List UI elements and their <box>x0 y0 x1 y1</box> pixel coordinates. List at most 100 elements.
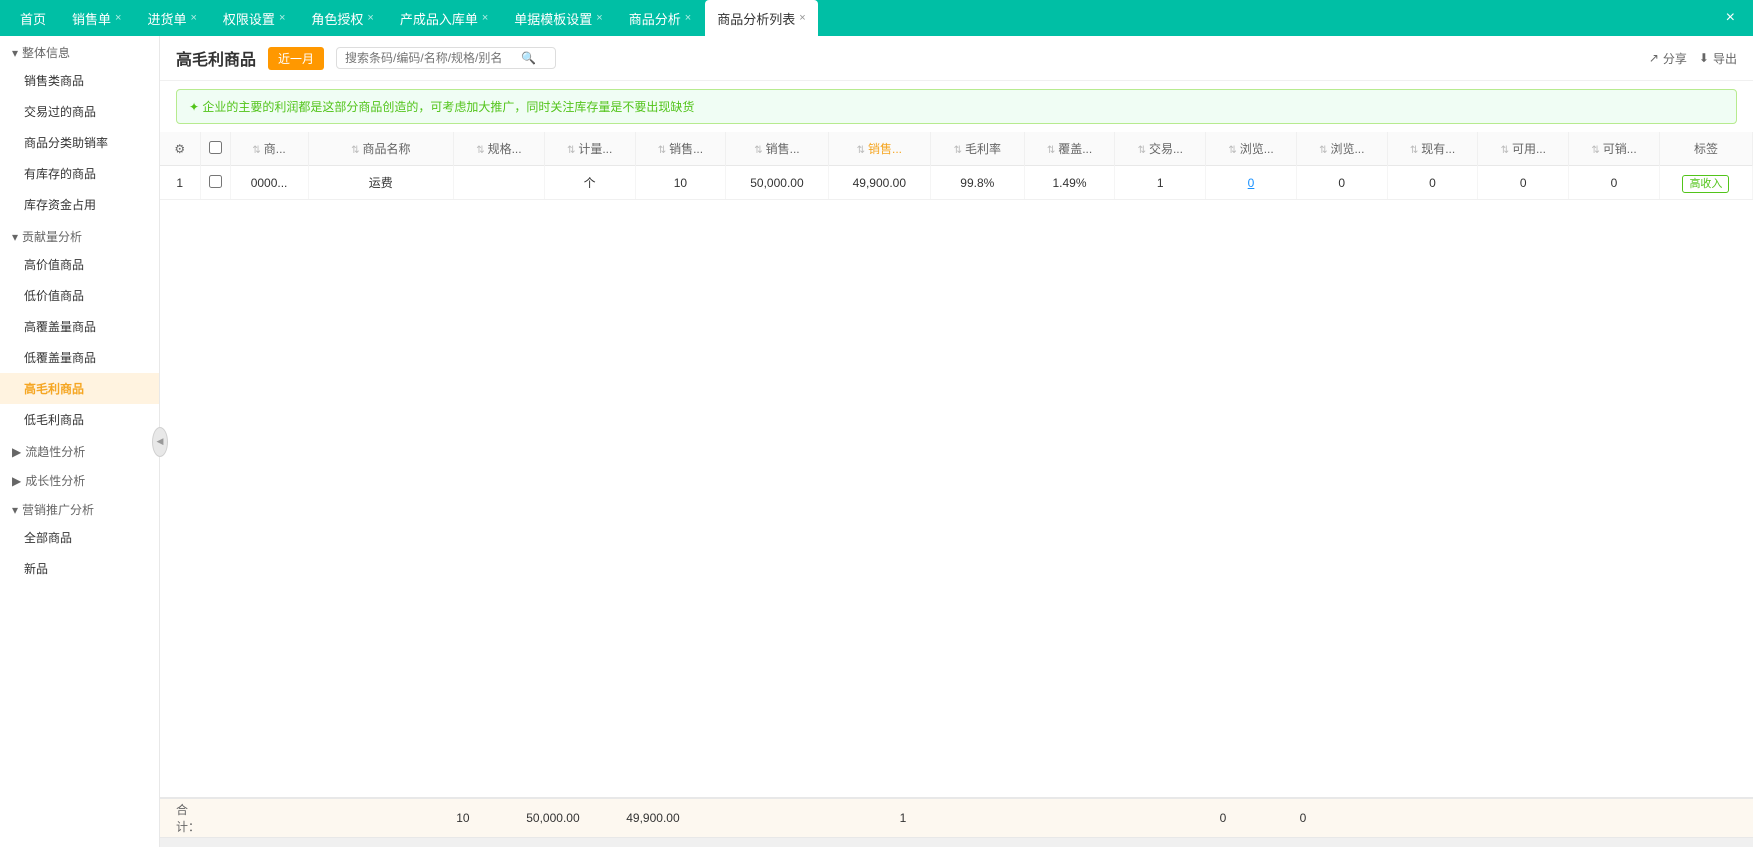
sidebar-item-new-goods[interactable]: 新品 <box>0 553 159 584</box>
cell-unit: 个 <box>544 166 635 200</box>
info-banner-text: ✦ 企业的主要的利润都是这部分商品创造的，可考虑加大推广，同时关注库存量是不要出… <box>189 98 694 115</box>
share-button[interactable]: ↗ 分享 <box>1649 50 1687 67</box>
sidebar-item-all-goods[interactable]: 全部商品 <box>0 522 159 553</box>
col-name[interactable]: ⇅商品名称 <box>308 132 453 166</box>
sidebar-item-traded-goods[interactable]: 交易过的商品 <box>0 96 159 127</box>
cell-checkbox[interactable] <box>200 166 230 200</box>
nav-tab-purchase[interactable]: 进货单 × <box>135 0 208 36</box>
nav-tab-goods-analysis[interactable]: 商品分析 × <box>617 0 703 36</box>
chevron-down-icon-3: ▾ <box>12 503 18 517</box>
cell-transaction: 1 <box>1115 166 1206 200</box>
nav-tab-goods-analysis-list[interactable]: 商品分析列表 × <box>705 0 817 36</box>
sidebar-item-high-coverage[interactable]: 高覆盖量商品 <box>0 311 159 342</box>
cell-name: 运费 <box>308 166 453 200</box>
close-permission-tab[interactable]: × <box>279 12 285 24</box>
total-values: 10 50,000.00 49,900.00 1 0 0 <box>223 811 1737 825</box>
search-input[interactable] <box>345 51 515 65</box>
cell-saleable-stock: 0 <box>1569 166 1660 200</box>
sidebar-item-high-margin[interactable]: 高毛利商品 <box>0 373 159 404</box>
share-icon: ↗ <box>1649 51 1659 65</box>
col-available-stock[interactable]: ⇅可用... <box>1478 132 1569 166</box>
close-template-tab[interactable]: × <box>596 12 602 24</box>
sidebar-item-sales-goods[interactable]: 销售类商品 <box>0 65 159 96</box>
col-code[interactable]: ⇅商... <box>230 132 308 166</box>
search-box[interactable]: 🔍 <box>336 47 556 69</box>
nav-tab-sales[interactable]: 销售单 × <box>60 0 133 36</box>
close-product-inbound-tab[interactable]: × <box>482 12 488 24</box>
sidebar-group-marketing[interactable]: ▾ 营销推广分析 <box>0 493 159 522</box>
col-sales-qty[interactable]: ⇅销售... <box>635 132 726 166</box>
col-spec[interactable]: ⇅规格... <box>454 132 545 166</box>
header-actions: ↗ 分享 ⬇ 导出 <box>1649 50 1737 67</box>
total-transaction: 1 <box>863 811 943 825</box>
filter-period-button[interactable]: 近一月 <box>268 47 324 70</box>
col-checkbox <box>200 132 230 166</box>
sidebar-item-low-value[interactable]: 低价值商品 <box>0 280 159 311</box>
cell-current-stock: 0 <box>1387 166 1478 200</box>
cell-gross-margin: 99.8% <box>930 166 1024 200</box>
search-icon[interactable]: 🔍 <box>521 51 536 65</box>
bottom-scrollbar[interactable] <box>160 837 1753 847</box>
close-role-tab[interactable]: × <box>367 12 373 24</box>
chevron-down-icon-2: ▾ <box>12 230 18 244</box>
col-transaction[interactable]: ⇅交易... <box>1115 132 1206 166</box>
col-tag[interactable]: 标签 <box>1659 132 1752 166</box>
nav-tab-home[interactable]: 首页 <box>8 0 58 36</box>
window-close-button[interactable]: × <box>1716 9 1745 27</box>
sidebar-item-high-value[interactable]: 高价值商品 <box>0 249 159 280</box>
select-all-checkbox[interactable] <box>209 141 222 154</box>
cell-sales-amount: 50,000.00 <box>726 166 828 200</box>
nav-tab-role[interactable]: 角色授权 × <box>299 0 385 36</box>
table-container: ⚙ ⇅商... ⇅商品名称 ⇅规格... ⇅计量... ⇅销售... ⇅销售..… <box>160 132 1753 797</box>
export-button[interactable]: ⬇ 导出 <box>1699 50 1737 67</box>
main-layout: ▾ 整体信息 销售类商品 交易过的商品 商品分类助销率 有库存的商品 库存资金占… <box>0 36 1753 847</box>
close-goods-analysis-tab[interactable]: × <box>685 12 691 24</box>
sidebar-group-overall[interactable]: ▾ 整体信息 <box>0 36 159 65</box>
sidebar-wrapper: ▾ 整体信息 销售类商品 交易过的商品 商品分类助销率 有库存的商品 库存资金占… <box>0 36 160 847</box>
close-purchase-tab[interactable]: × <box>190 12 196 24</box>
cell-spec <box>454 166 545 200</box>
nav-tab-template[interactable]: 单据模板设置 × <box>502 0 614 36</box>
sidebar-item-low-coverage[interactable]: 低覆盖量商品 <box>0 342 159 373</box>
sidebar-group-contribution[interactable]: ▾ 贡献量分析 <box>0 220 159 249</box>
row-checkbox[interactable] <box>209 175 222 188</box>
export-icon: ⬇ <box>1699 51 1709 65</box>
col-gross-margin[interactable]: ⇅毛利率 <box>930 132 1024 166</box>
sidebar-item-stock-capital[interactable]: 库存资金占用 <box>0 189 159 220</box>
total-sales-amount: 50,000.00 <box>503 811 603 825</box>
col-browse1[interactable]: ⇅浏览... <box>1206 132 1297 166</box>
nav-tab-permission[interactable]: 权限设置 × <box>211 0 297 36</box>
content-header: 高毛利商品 近一月 🔍 ↗ 分享 ⬇ 导出 <box>160 36 1753 81</box>
table-header-row: ⚙ ⇅商... ⇅商品名称 ⇅规格... ⇅计量... ⇅销售... ⇅销售..… <box>160 132 1753 166</box>
col-current-stock[interactable]: ⇅现有... <box>1387 132 1478 166</box>
table-row: 1 0000... 运费 个 10 50,000.00 49,900.00 99… <box>160 166 1753 200</box>
col-settings[interactable]: ⚙ <box>160 132 200 166</box>
nav-tab-product-inbound[interactable]: 产成品入库单 × <box>388 0 500 36</box>
sidebar: ▾ 整体信息 销售类商品 交易过的商品 商品分类助销率 有库存的商品 库存资金占… <box>0 36 160 847</box>
content-area: 高毛利商品 近一月 🔍 ↗ 分享 ⬇ 导出 ✦ 企业的主要的利润都是这部分商品创… <box>160 36 1753 847</box>
col-sales-profit[interactable]: ⇅销售... <box>828 132 930 166</box>
total-saleable-stock: 0 <box>1263 811 1343 825</box>
cell-browse1[interactable]: 0 <box>1206 166 1297 200</box>
col-sales-amount[interactable]: ⇅销售... <box>726 132 828 166</box>
cell-available-stock: 0 <box>1478 166 1569 200</box>
col-unit[interactable]: ⇅计量... <box>544 132 635 166</box>
total-label: 合计： <box>176 801 211 835</box>
col-coverage[interactable]: ⇅覆盖... <box>1024 132 1115 166</box>
sidebar-collapse-handle[interactable]: ◀ <box>152 427 168 457</box>
close-goods-analysis-list-tab[interactable]: × <box>799 12 805 24</box>
close-sales-tab[interactable]: × <box>115 12 121 24</box>
sidebar-item-category-rate[interactable]: 商品分类助销率 <box>0 127 159 158</box>
cell-no: 1 <box>160 166 200 200</box>
cell-sales-profit: 49,900.00 <box>828 166 930 200</box>
col-saleable-stock[interactable]: ⇅可销... <box>1569 132 1660 166</box>
chevron-down-icon: ▾ <box>12 46 18 60</box>
sidebar-item-low-margin[interactable]: 低毛利商品 <box>0 404 159 435</box>
col-browse2[interactable]: ⇅浏览... <box>1296 132 1387 166</box>
data-table: ⚙ ⇅商... ⇅商品名称 ⇅规格... ⇅计量... ⇅销售... ⇅销售..… <box>160 132 1753 200</box>
chevron-right-icon: ▶ <box>12 445 21 459</box>
sidebar-group-trend[interactable]: ▶ 流趋性分析 <box>0 435 159 464</box>
sidebar-item-in-stock[interactable]: 有库存的商品 <box>0 158 159 189</box>
sidebar-group-growth[interactable]: ▶ 成长性分析 <box>0 464 159 493</box>
cell-code: 0000... <box>230 166 308 200</box>
